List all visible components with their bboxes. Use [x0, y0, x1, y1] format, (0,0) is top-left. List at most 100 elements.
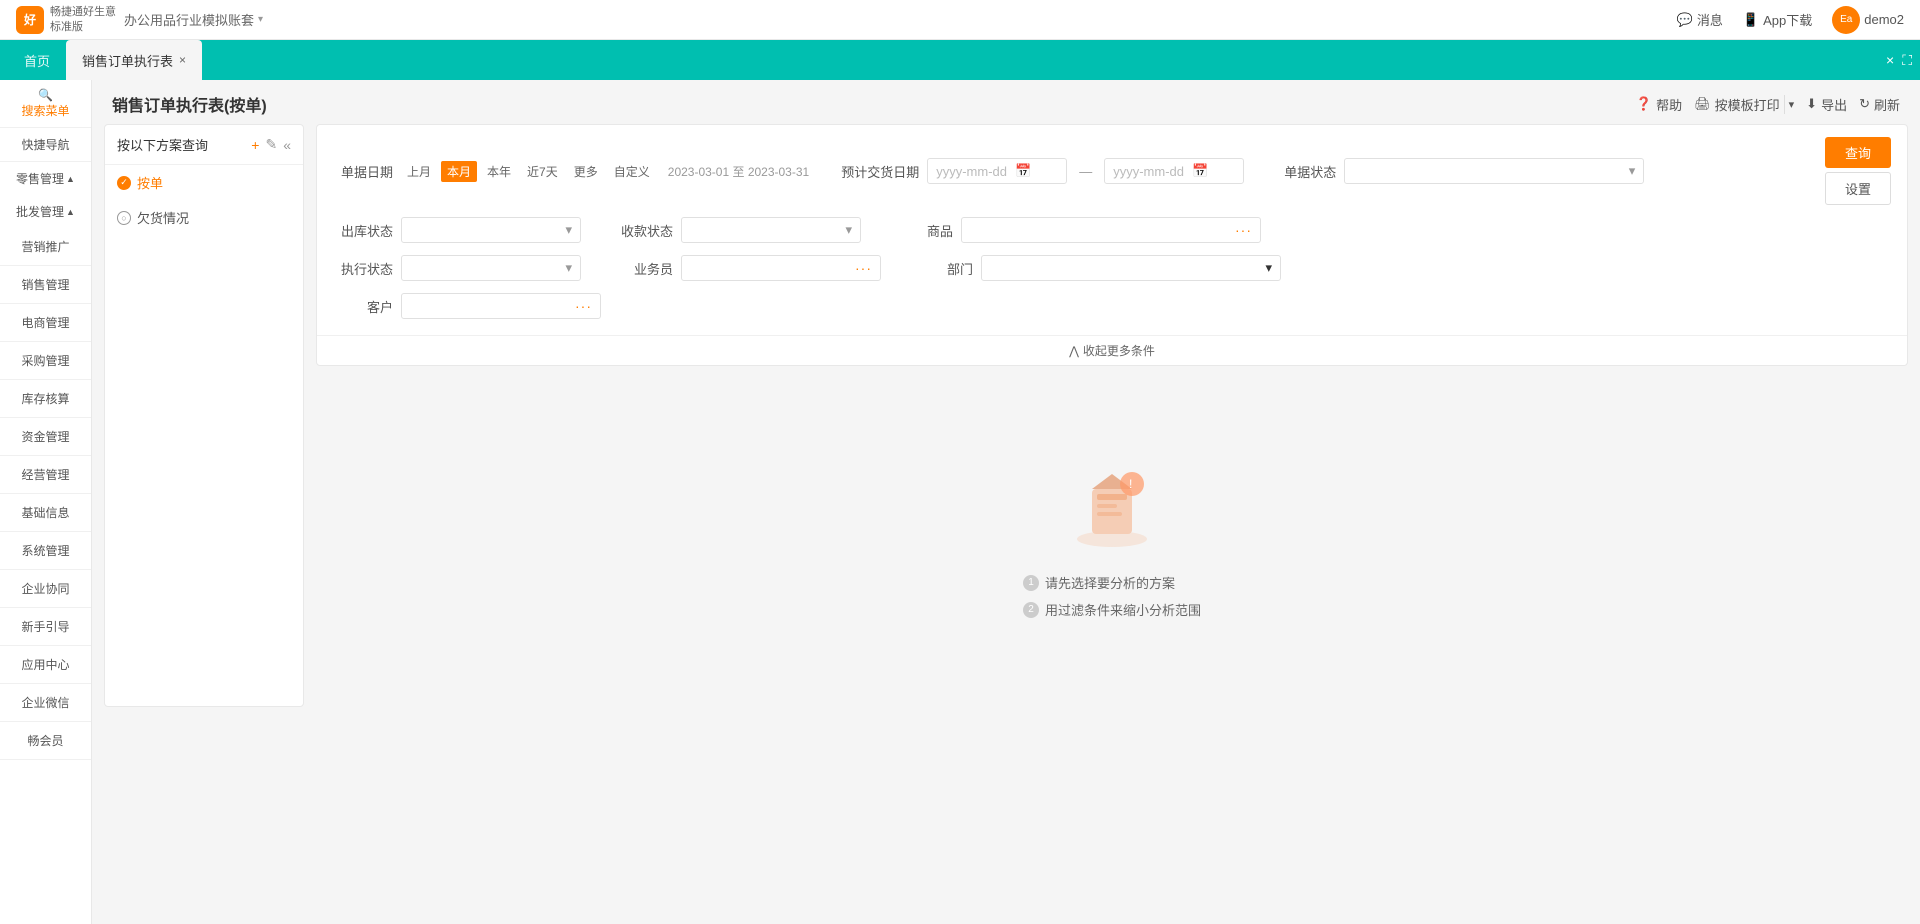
svg-text:!: !: [1129, 477, 1132, 491]
filter-exec-status: 执行状态 ▾: [333, 255, 581, 281]
sidebar-item-collab[interactable]: 企业协同: [0, 570, 91, 608]
tab-sales-order[interactable]: 销售订单执行表 ×: [66, 40, 202, 80]
search-icon: 🔍: [4, 88, 87, 102]
page-area: 销售订单执行表(按单) ❓ 帮助 🖨 按模板打印 ▾ ⬇ 导出: [92, 80, 1920, 924]
page-actions: ❓ 帮助 🖨 按模板打印 ▾ ⬇ 导出 ↻ 刷新: [1636, 95, 1900, 114]
print-arrow-icon[interactable]: ▾: [1785, 98, 1795, 111]
collapse-filters-button[interactable]: ⋀ 收起更多条件: [317, 336, 1907, 365]
filter-out-status: 出库状态 ▾: [333, 217, 581, 243]
date-btn-this-month[interactable]: 本月: [441, 161, 477, 182]
window-expand-icon[interactable]: ⛶: [1902, 52, 1912, 69]
collapse-icon: ⋀: [1069, 344, 1079, 358]
page-header: 销售订单执行表(按单) ❓ 帮助 🖨 按模板打印 ▾ ⬇ 导出: [92, 80, 1920, 124]
sidebar-item-finance[interactable]: 资金管理: [0, 418, 91, 456]
tab-home[interactable]: 首页: [8, 40, 66, 80]
sidebar-item-purchase[interactable]: 采购管理: [0, 342, 91, 380]
refresh-button[interactable]: ↻ 刷新: [1859, 95, 1900, 114]
sidebar-quick-nav[interactable]: 快捷导航: [0, 128, 91, 162]
sidebar-item-appcenter[interactable]: 应用中心: [0, 646, 91, 684]
customer-input[interactable]: ···: [401, 293, 601, 319]
help-icon: ❓: [1636, 96, 1652, 112]
sidebar-item-member[interactable]: 畅会员: [0, 722, 91, 760]
edit-scheme-button[interactable]: ✎: [265, 136, 277, 153]
print-main[interactable]: 🖨 按模板打印: [1694, 95, 1785, 114]
salesperson-input[interactable]: ···: [681, 255, 881, 281]
out-status-select[interactable]: ▾: [401, 217, 581, 243]
salesperson-more-icon[interactable]: ···: [855, 260, 872, 276]
empty-step-2: 2 用过滤条件来缩小分析范围: [1023, 600, 1201, 619]
empty-state: ! 1 请先选择要分析的方案 2 用过滤条件来缩小分析范围: [316, 374, 1908, 707]
logo-text: 畅捷通好生意 标准版: [50, 5, 116, 34]
tab-close-icon[interactable]: ×: [179, 53, 186, 67]
sidebar-item-wechat[interactable]: 企业微信: [0, 684, 91, 722]
filter-row-2: 出库状态 ▾ 收款状态 ▾: [333, 217, 1891, 243]
sidebar-item-operations[interactable]: 经营管理: [0, 456, 91, 494]
top-bar-left: 好 畅捷通好生意 标准版 办公用品行业模拟账套 ▾: [16, 5, 263, 34]
doc-status-select[interactable]: ▾: [1344, 158, 1644, 184]
print-button[interactable]: 🖨 按模板打印 ▾: [1694, 95, 1794, 114]
sidebar-item-basic[interactable]: 基础信息: [0, 494, 91, 532]
sidebar-item-marketing[interactable]: 营销推广: [0, 228, 91, 266]
sidebar-item-system[interactable]: 系统管理: [0, 532, 91, 570]
dept-select[interactable]: ▾: [981, 255, 1281, 281]
add-scheme-button[interactable]: +: [251, 137, 259, 153]
sidebar-item-retail[interactable]: 零售管理: [0, 162, 91, 195]
goods-input[interactable]: ···: [961, 217, 1261, 243]
scheme-item-shortage[interactable]: ○ 欠货情况: [105, 200, 303, 235]
chevron-down-icon-2: ▾: [565, 222, 572, 238]
nav-tabs-right: × ⛶: [1886, 52, 1912, 69]
sidebar-item-ecommerce[interactable]: 电商管理: [0, 304, 91, 342]
help-button[interactable]: ❓ 帮助: [1636, 95, 1682, 114]
exec-status-select[interactable]: ▾: [401, 255, 581, 281]
export-button[interactable]: ⬇ 导出: [1806, 95, 1847, 114]
top-bar: 好 畅捷通好生意 标准版 办公用品行业模拟账套 ▾ 💬 消息 📱 App下载 E…: [0, 0, 1920, 40]
message-button[interactable]: 💬 消息: [1677, 10, 1723, 29]
sidebar-search[interactable]: 🔍 搜索菜单: [0, 80, 91, 128]
sidebar-item-wholesale[interactable]: 批发管理: [0, 195, 91, 228]
receipt-status-select[interactable]: ▾: [681, 217, 861, 243]
logo-icon: 好: [16, 6, 44, 34]
date-btn-custom[interactable]: 自定义: [608, 161, 656, 182]
empty-illustration: !: [1062, 454, 1162, 557]
breadcrumb: 办公用品行业模拟账套 ▾: [124, 10, 263, 29]
date-btn-this-year[interactable]: 本年: [481, 161, 517, 182]
query-set-buttons: 查询 设置: [1825, 137, 1891, 205]
date-btn-7days[interactable]: 近7天: [521, 161, 564, 182]
sidebar-item-sales[interactable]: 销售管理: [0, 266, 91, 304]
window-close-icon[interactable]: ×: [1886, 52, 1894, 68]
export-icon: ⬇: [1806, 96, 1817, 112]
scheme-item-by-order[interactable]: ✓ 按单: [105, 165, 303, 200]
user-profile[interactable]: Ea demo2: [1832, 6, 1904, 34]
date-btn-last-month[interactable]: 上月: [401, 161, 437, 182]
right-content: 单据日期 上月 本月 本年 近7天 更多 自定义: [316, 124, 1908, 707]
breadcrumb-arrow-icon[interactable]: ▾: [258, 14, 263, 25]
inactive-dot-icon: ○: [117, 211, 131, 225]
app-download-button[interactable]: 📱 App下载: [1743, 10, 1812, 29]
filter-dept: 部门 ▾: [913, 255, 1281, 281]
nav-tabs: 首页 销售订单执行表 × × ⛶: [0, 40, 1920, 80]
query-button[interactable]: 查询: [1825, 137, 1891, 168]
sidebar-item-newuser[interactable]: 新手引导: [0, 608, 91, 646]
print-icon: 🖨: [1694, 96, 1711, 112]
filter-customer: 客户 ···: [333, 293, 601, 319]
collapse-panel-button[interactable]: «: [283, 137, 291, 153]
message-icon: 💬: [1677, 12, 1693, 28]
active-dot-icon: ✓: [117, 176, 131, 190]
page-title: 销售订单执行表(按单): [112, 92, 267, 116]
filter-panel: 单据日期 上月 本月 本年 近7天 更多 自定义: [316, 124, 1908, 366]
date-range-display: 2023-03-01 至 2023-03-31: [668, 163, 809, 180]
filter-body: 单据日期 上月 本月 本年 近7天 更多 自定义: [317, 125, 1907, 335]
filter-row-4: 客户 ···: [333, 293, 1891, 319]
filter-doc-date: 单据日期 上月 本月 本年 近7天 更多 自定义: [333, 161, 656, 182]
expected-date-from-input[interactable]: yyyy-mm-dd 📅: [927, 158, 1067, 184]
customer-more-icon[interactable]: ···: [575, 298, 592, 314]
sidebar-item-inventory[interactable]: 库存核算: [0, 380, 91, 418]
sidebar: 🔍 搜索菜单 快捷导航 零售管理 批发管理 营销推广 销售管理 电商管理 采购管…: [0, 80, 92, 924]
left-panel-header: 按以下方案查询 + ✎ «: [105, 125, 303, 165]
main-content: 🔍 搜索菜单 快捷导航 零售管理 批发管理 营销推广 销售管理 电商管理 采购管…: [0, 80, 1920, 924]
date-btn-more[interactable]: 更多: [568, 161, 604, 182]
expected-date-to-input[interactable]: yyyy-mm-dd 📅: [1104, 158, 1244, 184]
goods-more-icon[interactable]: ···: [1235, 222, 1252, 238]
set-button[interactable]: 设置: [1825, 172, 1891, 205]
step-1-num: 1: [1023, 575, 1039, 591]
